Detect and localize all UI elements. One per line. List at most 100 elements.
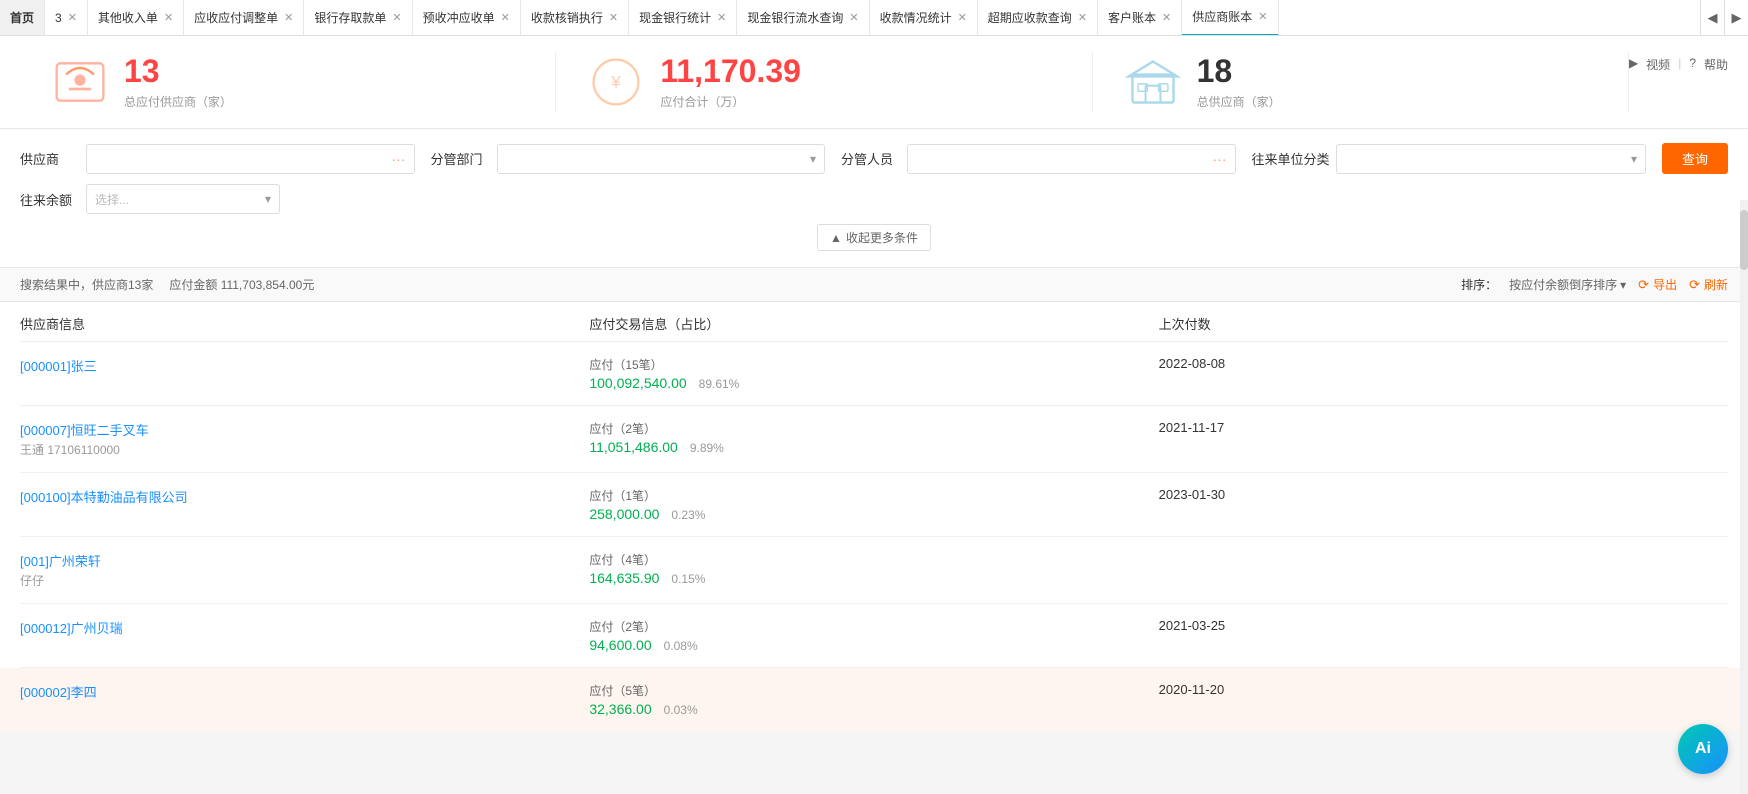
customer-ledger-label: 客户账本 — [1108, 9, 1156, 26]
close-icon[interactable]: ✕ — [284, 11, 293, 24]
balance-select[interactable]: 选择... ▾ — [86, 184, 280, 214]
receipt-stat-label: 收款情况统计 — [880, 9, 952, 26]
header-supplier-info: 供应商信息 — [20, 314, 589, 333]
last-pay-date: 2022-08-08 — [1159, 356, 1226, 371]
close-icon[interactable]: ✕ — [958, 11, 967, 24]
tx-label: 应付（15笔） — [589, 356, 1158, 373]
filter-row-2: 往来余额 选择... ▾ — [20, 184, 1728, 214]
supplier-info-cell: [000100]本特勤油品有限公司 — [20, 487, 589, 506]
nav-tab-home[interactable]: 首页 — [0, 0, 45, 36]
supplier-input[interactable]: ··· — [86, 144, 415, 174]
filter-person: 分管人员 ··· — [841, 144, 1236, 174]
last-pay-cell: 2021-03-25 — [1159, 618, 1728, 633]
person-dots-icon: ··· — [1213, 151, 1227, 167]
sort-label: 排序： — [1461, 276, 1497, 293]
filter-area: 供应商 ··· 分管部门 ▾ 分管人员 ··· 往来单位分类 — [0, 129, 1748, 268]
category-select[interactable]: ▾ — [1336, 144, 1646, 174]
table-row: [000100]本特勤油品有限公司 应付（1笔） 258,000.00 0.23… — [20, 473, 1728, 537]
filter-balance: 往来余额 选择... ▾ — [20, 184, 280, 214]
ar-ap-adjust-label: 应收应付调整单 — [194, 9, 278, 26]
supplier-link[interactable]: [001]广州荣轩 — [20, 551, 589, 570]
close-icon[interactable]: ✕ — [1162, 11, 1171, 24]
nav-tab-bank-deposit[interactable]: 银行存取款单 ✕ — [304, 0, 412, 36]
nav-tab-receipt-stat[interactable]: 收款情况统计 ✕ — [870, 0, 978, 36]
tx-amount[interactable]: 164,635.90 — [589, 570, 659, 586]
dept-select[interactable]: ▾ — [497, 144, 826, 174]
ai-assistant-button[interactable]: Ai — [1678, 724, 1728, 774]
supplier-link[interactable]: [000007]恒旺二手叉车 — [20, 420, 589, 439]
summary-number-3: 18 — [1197, 54, 1281, 89]
table-row: [000012]广州贝瑞 应付（2笔） 94,600.00 0.08% 2021… — [20, 604, 1728, 668]
supplier-link[interactable]: [000012]广州贝瑞 — [20, 618, 589, 637]
nav-tab-supplier-ledger[interactable]: 供应商账本 ✕ — [1182, 0, 1278, 36]
video-link[interactable]: 视频 — [1646, 56, 1670, 73]
last-pay-date: 2021-11-17 — [1159, 420, 1225, 435]
balance-placeholder: 选择... — [95, 191, 129, 208]
close-icon[interactable]: ✕ — [717, 11, 726, 24]
table-row: [000007]恒旺二手叉车 王通 17106110000 应付（2笔） 11,… — [20, 406, 1728, 473]
cash-bank-flow-label: 现金银行流水查询 — [747, 9, 843, 26]
nav-tab-receipt-verify[interactable]: 收款核销执行 ✕ — [521, 0, 629, 36]
supplier-link[interactable]: [000100]本特勤油品有限公司 — [20, 487, 589, 506]
nav-tab-overdue-ar[interactable]: 超期应收款查询 ✕ — [978, 0, 1098, 36]
tx-amount[interactable]: 100,092,540.00 — [589, 375, 686, 391]
scrollbar-thumb[interactable] — [1740, 210, 1748, 270]
last-pay-cell: 2022-08-08 — [1159, 356, 1728, 371]
sort-value: 按应付余额倒序排序 — [1509, 276, 1617, 293]
video-icon: ▶ — [1629, 56, 1638, 70]
tx-label: 应付（2笔） — [589, 420, 1158, 437]
tx-amount[interactable]: 258,000.00 — [589, 506, 659, 522]
nav-tab-cash-bank-stat[interactable]: 现金银行统计 ✕ — [629, 0, 737, 36]
close-icon[interactable]: ✕ — [1258, 10, 1267, 23]
supplier-link[interactable]: [000001]张三 — [20, 356, 589, 375]
table-row: [000002]李四 应付（5笔） 32,366.00 0.03% 2020-1… — [0, 668, 1748, 731]
refresh-button[interactable]: ⟳ 刷新 — [1689, 276, 1728, 293]
tx-amount[interactable]: 11,051,486.00 — [589, 439, 678, 455]
dept-filter-label: 分管部门 — [431, 149, 491, 168]
last-pay-cell: 2021-11-17 — [1159, 420, 1728, 435]
prepay-offset-label: 预收冲应收单 — [423, 9, 495, 26]
nav-tab-other-income[interactable]: 其他收入单 ✕ — [88, 0, 184, 36]
tx-row: 32,366.00 0.03% — [589, 699, 1158, 717]
supplier-text-input[interactable] — [95, 152, 392, 166]
tx-percent: 0.03% — [664, 703, 698, 717]
nav-next-arrow[interactable]: ▶ — [1724, 0, 1748, 36]
tx-info-cell: 应付（5笔） 32,366.00 0.03% — [589, 682, 1158, 717]
sort-select[interactable]: 按应付余额倒序排序 ▾ — [1509, 276, 1626, 293]
close-icon[interactable]: ✕ — [849, 11, 858, 24]
last-pay-cell: 2020-11-20 — [1159, 682, 1728, 697]
supplier-ledger-label: 供应商账本 — [1192, 8, 1252, 25]
close-icon[interactable]: ✕ — [609, 11, 618, 24]
nav-tab-ar-ap-adjust[interactable]: 应收应付调整单 ✕ — [184, 0, 304, 36]
nav-prev-arrow[interactable]: ◀ — [1700, 0, 1724, 36]
collapse-button[interactable]: ▲ 收起更多条件 — [817, 224, 931, 251]
help-icon: ? — [1689, 56, 1696, 70]
tx-label: 应付（2笔） — [589, 618, 1158, 635]
nav-tab-prepay-offset[interactable]: 预收冲应收单 ✕ — [413, 0, 521, 36]
person-input[interactable]: ··· — [907, 144, 1236, 174]
export-button[interactable]: ⟳ 导出 — [1638, 276, 1677, 293]
nav-tab-3[interactable]: 3 ✕ — [45, 0, 88, 36]
close-icon[interactable]: ✕ — [164, 11, 173, 24]
summary-card-2: ¥ 11,170.39 应付合计（万） — [556, 52, 1092, 112]
summary-text-3: 18 总供应商（家） — [1197, 54, 1281, 110]
nav-tab-cash-bank-flow[interactable]: 现金银行流水查询 ✕ — [737, 0, 869, 36]
ai-label: Ai — [1695, 740, 1711, 758]
total-supplier-icon — [1123, 52, 1183, 112]
person-filter-label: 分管人员 — [841, 149, 901, 168]
close-icon[interactable]: ✕ — [1078, 11, 1087, 24]
person-text-input[interactable] — [916, 152, 1213, 166]
tx-amount[interactable]: 32,366.00 — [589, 701, 651, 717]
tx-info-cell: 应付（15笔） 100,092,540.00 89.61% — [589, 356, 1158, 391]
close-icon[interactable]: ✕ — [68, 11, 77, 24]
table-row: [001]广州荣轩 仔仔 应付（4笔） 164,635.90 0.15% — [20, 537, 1728, 604]
tx-amount[interactable]: 94,600.00 — [589, 637, 651, 653]
last-pay-date: 2020-11-20 — [1159, 682, 1225, 697]
help-link[interactable]: 帮助 — [1704, 56, 1728, 73]
filter-category: 往来单位分类 ▾ — [1252, 144, 1647, 174]
supplier-link[interactable]: [000002]李四 — [20, 682, 589, 701]
search-button[interactable]: 查询 — [1662, 143, 1728, 174]
close-icon[interactable]: ✕ — [392, 11, 401, 24]
close-icon[interactable]: ✕ — [501, 11, 510, 24]
nav-tab-customer-ledger[interactable]: 客户账本 ✕ — [1098, 0, 1182, 36]
